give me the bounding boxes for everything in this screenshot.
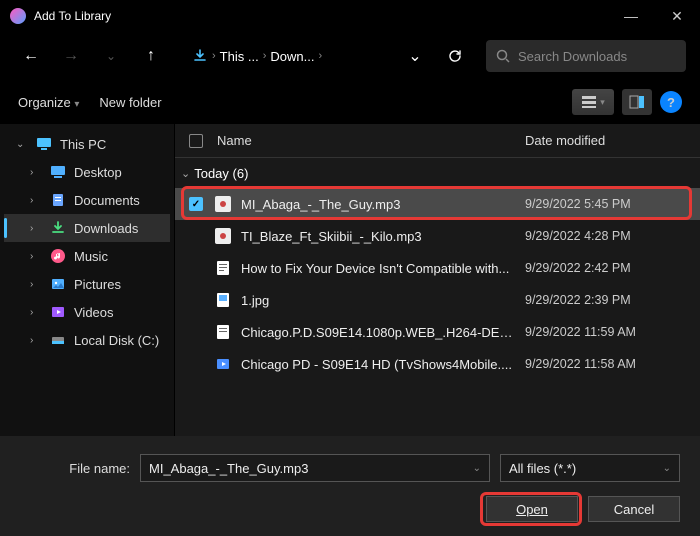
minimize-button[interactable]: —: [608, 0, 654, 32]
filename-label: File name:: [20, 461, 130, 476]
sidebar-item-label: Desktop: [74, 165, 122, 180]
chevron-right-icon: ›: [30, 307, 42, 318]
close-button[interactable]: ✕: [654, 0, 700, 32]
group-label: Today (6): [194, 166, 248, 181]
view-mode-button[interactable]: ▾: [572, 89, 614, 115]
preview-icon: [629, 95, 645, 109]
file-row[interactable]: 1.jpg 9/29/2022 2:39 PM: [175, 284, 700, 316]
image-file-icon: [215, 292, 231, 308]
file-date: 9/29/2022 2:42 PM: [525, 261, 690, 275]
crumb-segment[interactable]: This ...: [220, 49, 259, 64]
file-name: MI_Abaga_-_The_Guy.mp3: [241, 197, 525, 212]
file-list: Name Date modified ⌄ Today (6) MI_Abaga_…: [175, 124, 700, 436]
list-view-icon: [581, 95, 597, 109]
doc-file-icon: [215, 260, 231, 276]
recent-button[interactable]: ⌄: [94, 39, 128, 73]
pc-icon: [36, 136, 52, 152]
up-button[interactable]: ↑: [134, 39, 168, 73]
sidebar-item-desktop[interactable]: › Desktop: [4, 158, 170, 186]
chevron-right-icon: ›: [30, 279, 42, 290]
sidebar-item-label: Videos: [74, 305, 114, 320]
disk-icon: [50, 332, 66, 348]
pictures-icon: [50, 276, 66, 292]
search-placeholder: Search Downloads: [518, 49, 627, 64]
sidebar-item-label: Local Disk (C:): [74, 333, 159, 348]
file-name: 1.jpg: [241, 293, 525, 308]
app-logo-icon: [10, 8, 26, 24]
file-row[interactable]: Chicago PD - S09E14 HD (TvShows4Mobile..…: [175, 348, 700, 380]
chevron-down-icon: ⌄: [16, 139, 28, 150]
file-name: Chicago PD - S09E14 HD (TvShows4Mobile..…: [241, 357, 525, 372]
file-row[interactable]: TI_Blaze_Ft_Skiibii_-_Kilo.mp3 9/29/2022…: [175, 220, 700, 252]
audio-file-icon: [215, 196, 231, 212]
sidebar-item-pictures[interactable]: › Pictures: [4, 270, 170, 298]
chevron-down-icon: ⌄: [473, 463, 481, 474]
column-name[interactable]: Name: [217, 133, 525, 148]
chevron-down-icon: ⌄: [181, 167, 190, 180]
chevron-right-icon: ›: [30, 335, 42, 346]
forward-button[interactable]: →: [54, 39, 88, 73]
refresh-icon: [447, 48, 463, 64]
breadcrumb[interactable]: › This ... › Down... ›: [192, 48, 382, 64]
help-button[interactable]: ?: [660, 91, 682, 113]
sidebar-item-local-disk[interactable]: › Local Disk (C:): [4, 326, 170, 354]
doc-file-icon: [215, 324, 231, 340]
group-header-today[interactable]: ⌄ Today (6): [175, 158, 700, 188]
file-row[interactable]: How to Fix Your Device Isn't Compatible …: [175, 252, 700, 284]
sidebar-item-label: Downloads: [74, 221, 138, 236]
refresh-button[interactable]: [438, 39, 472, 73]
sidebar-item-label: This PC: [60, 137, 106, 152]
file-date: 9/29/2022 4:28 PM: [525, 229, 690, 243]
window-title: Add To Library: [34, 9, 608, 23]
filename-value: MI_Abaga_-_The_Guy.mp3: [149, 461, 308, 476]
organize-button[interactable]: Organize ▾: [18, 95, 79, 110]
file-date: 9/29/2022 11:58 AM: [525, 357, 690, 371]
filename-input[interactable]: MI_Abaga_-_The_Guy.mp3 ⌄: [140, 454, 490, 482]
music-icon: [50, 248, 66, 264]
downloads-icon: [50, 220, 66, 236]
sidebar-item-music[interactable]: › Music: [4, 242, 170, 270]
chevron-right-icon: ›: [30, 195, 42, 206]
file-name: TI_Blaze_Ft_Skiibii_-_Kilo.mp3: [241, 229, 525, 244]
file-name: Chicago.P.D.S09E14.1080p.WEB_.H264-DEX..…: [241, 325, 525, 340]
file-name: How to Fix Your Device Isn't Compatible …: [241, 261, 525, 276]
sidebar-item-label: Music: [74, 249, 108, 264]
select-all-checkbox[interactable]: [189, 134, 203, 148]
column-date[interactable]: Date modified: [525, 133, 690, 148]
video-file-icon: [215, 356, 231, 372]
sidebar-item-downloads[interactable]: › Downloads: [4, 214, 170, 242]
crumb-segment[interactable]: Down...: [270, 49, 314, 64]
chevron-down-icon: ⌄: [663, 463, 671, 474]
file-filter-select[interactable]: All files (*.*) ⌄: [500, 454, 680, 482]
file-date: 9/29/2022 11:59 AM: [525, 325, 690, 339]
filter-value: All files (*.*): [509, 461, 576, 476]
sidebar: ⌄ This PC › Desktop › Documents › Downlo…: [0, 124, 175, 436]
file-row[interactable]: Chicago.P.D.S09E14.1080p.WEB_.H264-DEX..…: [175, 316, 700, 348]
crumb-dropdown-button[interactable]: ⌄: [398, 39, 432, 73]
sidebar-item-this-pc[interactable]: ⌄ This PC: [4, 130, 170, 158]
search-input[interactable]: Search Downloads: [486, 40, 686, 72]
search-icon: [496, 49, 510, 63]
chevron-right-icon: ›: [30, 223, 42, 234]
downloads-crumb-icon: [192, 48, 208, 64]
sidebar-item-documents[interactable]: › Documents: [4, 186, 170, 214]
new-folder-button[interactable]: New folder: [99, 95, 161, 110]
videos-icon: [50, 304, 66, 320]
row-checkbox[interactable]: [189, 197, 203, 211]
preview-pane-button[interactable]: [622, 89, 652, 115]
chevron-right-icon: ›: [30, 167, 42, 178]
sidebar-item-label: Pictures: [74, 277, 121, 292]
open-button[interactable]: Open: [486, 496, 578, 522]
audio-file-icon: [215, 228, 231, 244]
sidebar-item-videos[interactable]: › Videos: [4, 298, 170, 326]
file-date: 9/29/2022 2:39 PM: [525, 293, 690, 307]
documents-icon: [50, 192, 66, 208]
cancel-button[interactable]: Cancel: [588, 496, 680, 522]
chevron-right-icon: ›: [30, 251, 42, 262]
back-button[interactable]: ←: [14, 39, 48, 73]
sidebar-item-label: Documents: [74, 193, 140, 208]
file-date: 9/29/2022 5:45 PM: [525, 197, 690, 211]
desktop-icon: [50, 164, 66, 180]
file-row[interactable]: MI_Abaga_-_The_Guy.mp3 9/29/2022 5:45 PM: [175, 188, 700, 220]
